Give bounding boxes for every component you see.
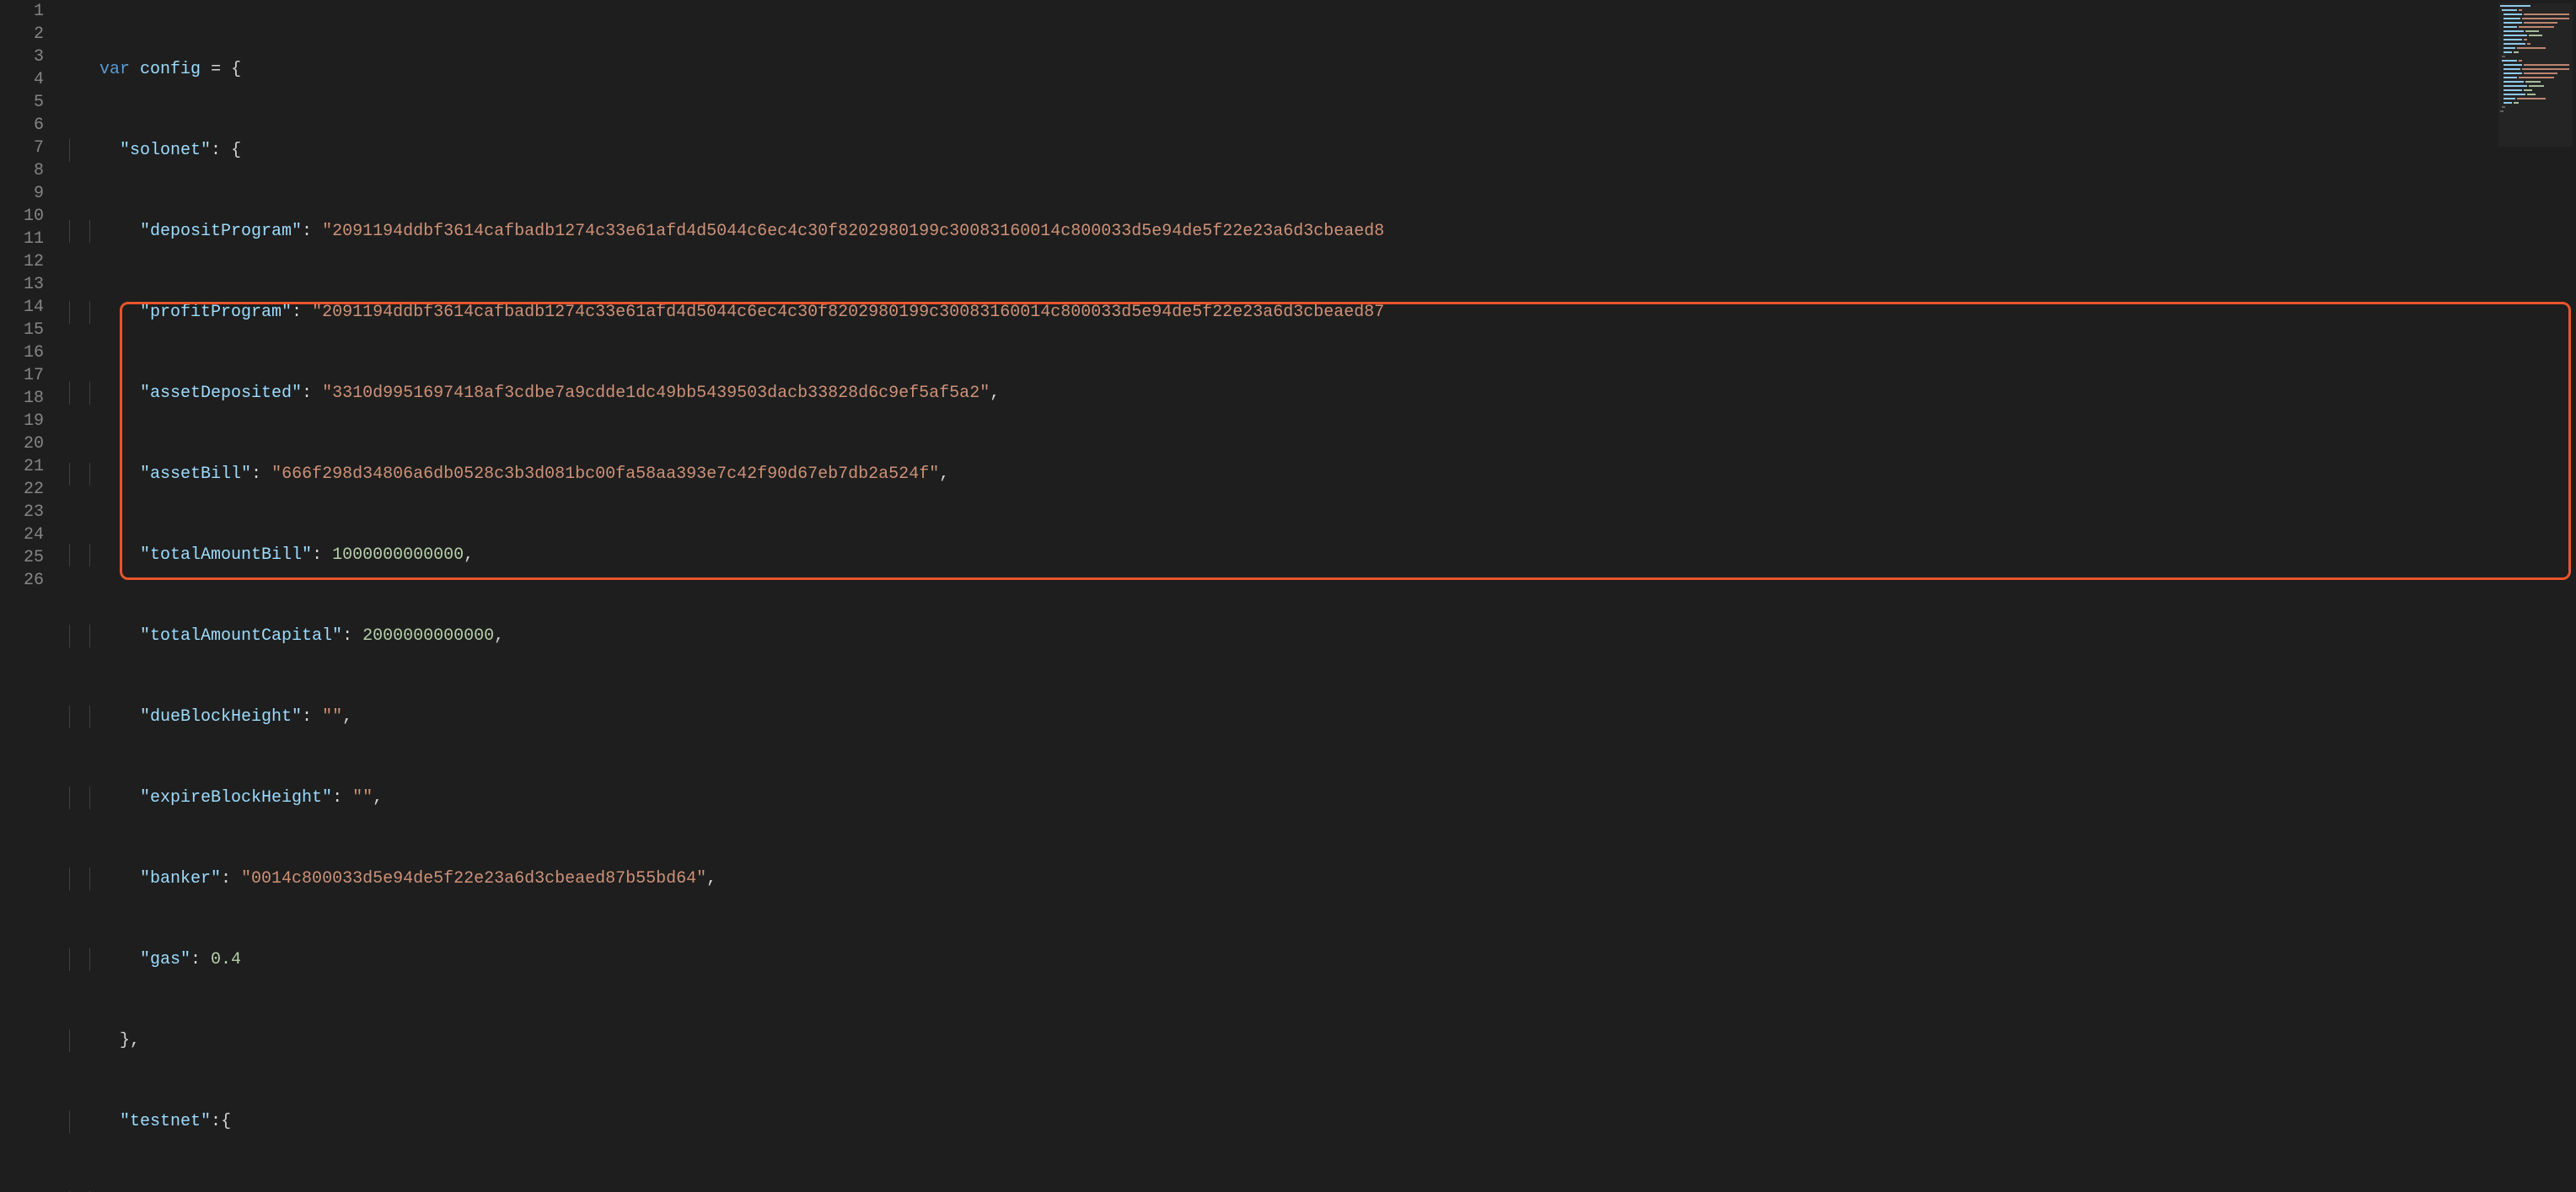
line-number: 16 [0,341,44,364]
token-brace: { [231,60,241,79]
line-number: 13 [0,273,44,296]
token-string: "2091194ddbf3614cafbadb1274c33e61afd4d50… [322,222,1384,241]
line-number: 10 [0,205,44,228]
code-line[interactable]: "assetDeposited": "3310d9951697418af3cdb… [59,382,2576,405]
code-line[interactable]: "profitProgram": "2091194ddbf3614cafbadb… [59,301,2576,324]
minimap[interactable] [2498,3,2573,147]
token-key: "dueBlockHeight" [140,707,302,727]
line-number: 14 [0,296,44,319]
code-line[interactable]: "testnet":{ [59,1110,2576,1133]
line-number: 15 [0,319,44,341]
selection-highlight [120,302,2571,580]
token-string: "2091194ddbf3614cafbadb1274c33e61afd4d50… [312,303,1384,322]
code-line[interactable]: "gas": 0.4 [59,948,2576,971]
token-op: = [201,60,231,79]
code-line[interactable]: "totalAmountBill": 1000000000000, [59,544,2576,566]
line-number: 26 [0,569,44,592]
token-key: "banker" [140,869,221,889]
code-line[interactable]: "expireBlockHeight": "", [59,787,2576,809]
line-number: 23 [0,501,44,524]
code-line[interactable]: "assetBill": "666f298d34806a6db0528c3b3d… [59,463,2576,486]
line-number: 17 [0,364,44,387]
line-number: 4 [0,68,44,91]
token-key: "profitProgram" [140,303,292,322]
line-number: 24 [0,524,44,546]
line-number: 3 [0,46,44,68]
line-number: 12 [0,250,44,273]
line-number: 2 [0,23,44,46]
line-number: 19 [0,410,44,432]
code-line[interactable]: "depositProgram": "2091194ddbf3614cafbad… [59,220,2576,243]
token-key: "assetBill" [140,464,251,484]
token-key: "solonet" [120,141,211,160]
token-number: 0.4 [211,950,241,969]
token-key: "expireBlockHeight" [140,788,332,808]
token-key: "testnet" [120,1112,211,1131]
token-key: "totalAmountCapital" [140,626,342,646]
token-brace: }, [120,1031,140,1050]
line-number: 18 [0,387,44,410]
code-line[interactable]: "banker": "0014c800033d5e94de5f22e23a6d3… [59,867,2576,890]
token-string: "0014c800033d5e94de5f22e23a6d3cbeaed87b5… [241,869,706,889]
line-number: 20 [0,432,44,455]
line-number: 7 [0,137,44,159]
code-line[interactable]: "solonet": { [59,139,2576,162]
line-number: 11 [0,228,44,250]
token-variable: config [140,60,201,79]
line-number: 22 [0,478,44,501]
code-area[interactable]: var config = { "solonet": { "depositProg… [59,0,2576,1192]
token-keyword: var [99,60,130,79]
token-string: "" [322,707,342,727]
code-line[interactable]: }, [59,1029,2576,1052]
token-key: "totalAmountBill" [140,545,312,565]
token-key: "assetDeposited" [140,384,302,403]
code-editor[interactable]: 1 2 3 4 5 6 7 8 9 10 11 12 13 14 15 16 1… [0,0,2576,1192]
line-number: 8 [0,159,44,182]
token-key: "depositProgram" [140,222,302,241]
line-number: 21 [0,455,44,478]
line-number: 6 [0,114,44,137]
token-key: "gas" [140,950,191,969]
line-number: 9 [0,182,44,205]
line-number-gutter: 1 2 3 4 5 6 7 8 9 10 11 12 13 14 15 16 1… [0,0,59,1192]
code-line[interactable]: "dueBlockHeight": "", [59,706,2576,728]
code-line[interactable]: "totalAmountCapital": 2000000000000, [59,625,2576,647]
token-string: "" [352,788,373,808]
line-number: 1 [0,0,44,23]
token-string: "3310d9951697418af3cdbe7a9cdde1dc49bb543… [322,384,990,403]
token-string: "666f298d34806a6db0528c3b3d081bc00fa58aa… [271,464,939,484]
line-number: 25 [0,546,44,569]
line-number: 5 [0,91,44,114]
code-line[interactable]: var config = { [59,58,2576,81]
token-number: 1000000000000 [332,545,464,565]
token-number: 2000000000000 [362,626,494,646]
